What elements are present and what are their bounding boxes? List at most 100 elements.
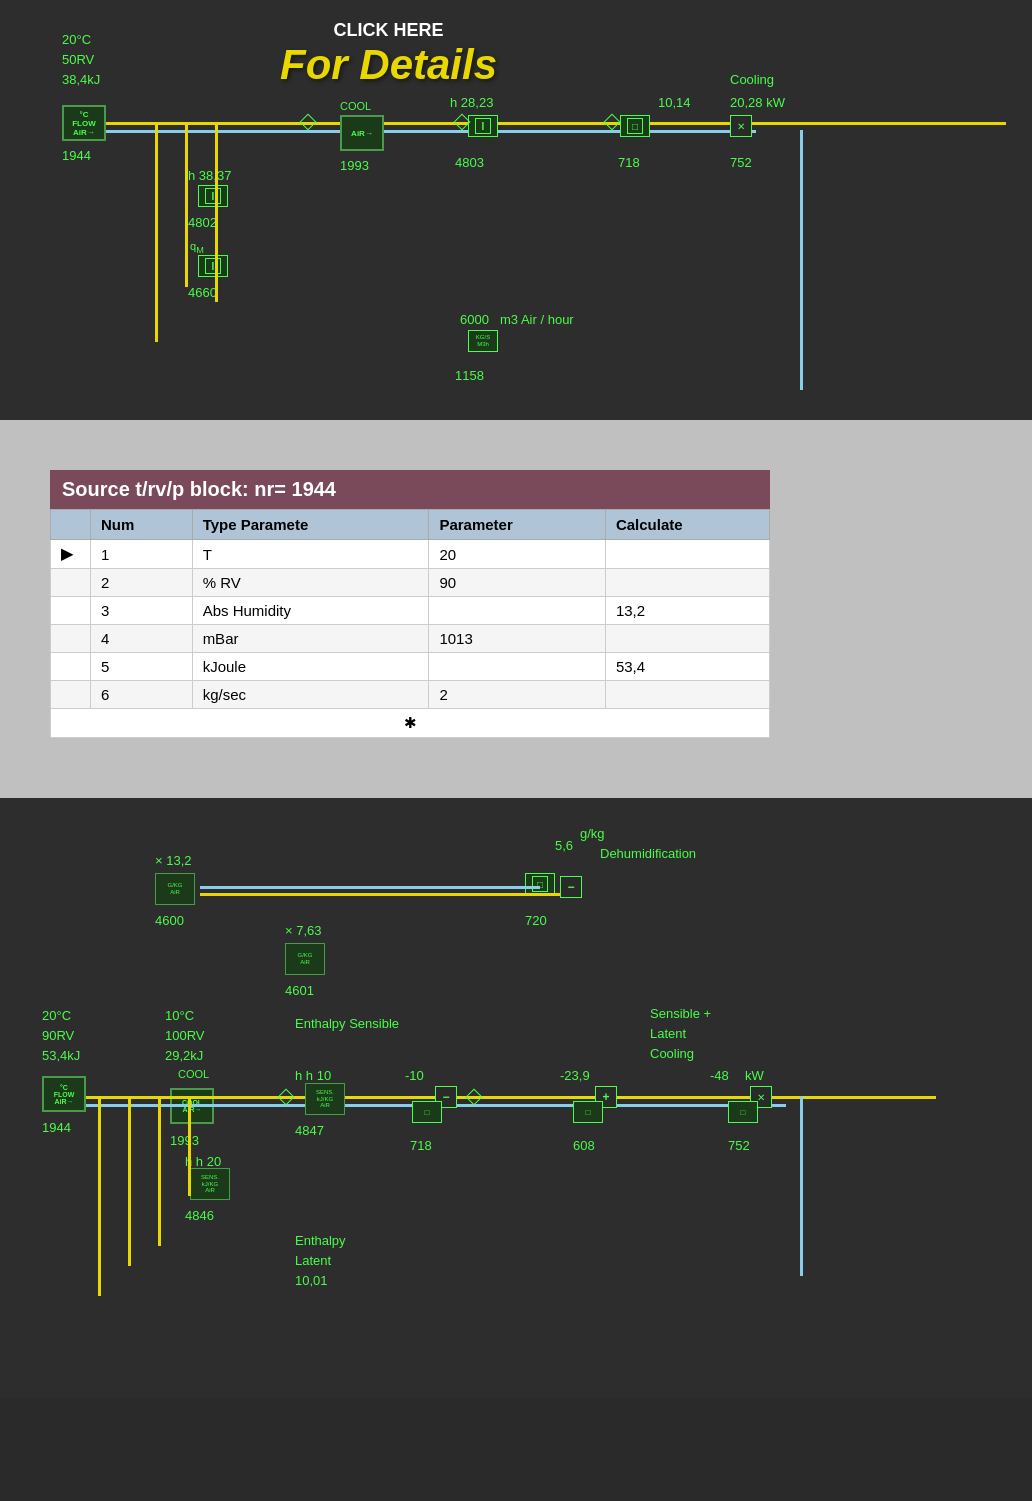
block-4846: 4846 xyxy=(185,1208,214,1223)
flow-box-1944[interactable]: °CFLOWAiR→ xyxy=(62,105,106,141)
pipe-yellow-top xyxy=(106,122,1006,125)
x-7-63: × 7,63 xyxy=(285,923,322,938)
pipe-blue-vert xyxy=(800,130,803,390)
row-arrow xyxy=(51,597,91,625)
row-num: 3 xyxy=(91,597,193,625)
flow-box-1944-bottom[interactable]: °CFLOWAiR→ xyxy=(42,1076,86,1112)
cross-box-752: ✕ xyxy=(730,115,752,137)
col-parameter: Parameter xyxy=(429,510,606,540)
row-parameter xyxy=(429,653,606,681)
col-calculate: Calculate xyxy=(605,510,769,540)
click-here-large-text: For Details xyxy=(280,41,497,89)
table-row: 3 Abs Humidity 13,2 xyxy=(51,597,770,625)
kj-label-top: 38,4kJ xyxy=(62,72,100,87)
row-type: mBar xyxy=(192,625,429,653)
row-calculate xyxy=(605,681,769,709)
row-type: Abs Humidity xyxy=(192,597,429,625)
row-num: 6 xyxy=(91,681,193,709)
flow-box-1993[interactable]: AiR→ xyxy=(340,115,384,151)
cooling-label: Cooling xyxy=(730,72,774,87)
cooling-label-bottom: Cooling xyxy=(650,1046,694,1061)
kw-label-bottom: kW xyxy=(745,1068,764,1083)
pipe-blue-bottom-top xyxy=(200,886,540,889)
block-nr-718: 718 xyxy=(618,155,640,170)
comp-box-4600: G/KGAiR xyxy=(155,873,195,905)
data-table-container: Source t/rv/p block: nr= 1944 Num Type P… xyxy=(50,470,770,738)
diamond-3 xyxy=(604,114,621,131)
table-section-bg: Source t/rv/p block: nr= 1944 Num Type P… xyxy=(0,420,1032,798)
cool-label-top: COOL xyxy=(340,100,371,112)
table-row: ▶ 1 T 20 xyxy=(51,540,770,569)
row-arrow xyxy=(51,681,91,709)
row-parameter xyxy=(429,597,606,625)
indicator-718-bottom: □ xyxy=(412,1101,442,1123)
indicator-608: □ xyxy=(573,1101,603,1123)
cooling-kw: 20,28 kW xyxy=(730,95,785,110)
latent-label-2: Latent xyxy=(295,1253,331,1268)
top-diagram: CLICK HERE For Details 20°C 50RV 38,4kJ … xyxy=(0,0,1032,420)
indicator-752-bottom: □ xyxy=(728,1101,758,1123)
minus-23-9: -23,9 xyxy=(560,1068,590,1083)
x-13-2: × 13,2 xyxy=(155,853,192,868)
diamond-bottom-2 xyxy=(466,1089,483,1106)
parameters-table: Num Type Paramete Parameter Calculate ▶ … xyxy=(50,509,770,738)
row-parameter: 90 xyxy=(429,569,606,597)
add-row-button[interactable]: ✱ xyxy=(51,709,770,738)
indicator-4660: I xyxy=(198,255,228,277)
pipe-yellow-bottom-top xyxy=(200,893,560,896)
sensible-latent-label: Sensible + xyxy=(650,1006,711,1021)
m3-air-label: m3 Air / hour xyxy=(500,312,574,327)
pipe-blue-vert-bottom xyxy=(800,1096,803,1276)
indicator-1158: KG/SM3h xyxy=(468,330,498,352)
row-arrow xyxy=(51,653,91,681)
val-10-01: 10,01 xyxy=(295,1273,328,1288)
enthalpy-latent-label: Enthalpy xyxy=(295,1233,346,1248)
row-type: kJoule xyxy=(192,653,429,681)
row-arrow xyxy=(51,625,91,653)
h-value: h 38,37 xyxy=(188,168,231,183)
h-28-23: h 28,23 xyxy=(450,95,493,110)
indicator-720-bottom: □ xyxy=(525,873,555,895)
block-4600: 4600 xyxy=(155,913,184,928)
row-num: 4 xyxy=(91,625,193,653)
block-nr-4802: 4802 xyxy=(188,215,217,230)
rv-90-bottom: 90RV xyxy=(42,1028,74,1043)
block-nr-4803: 4803 xyxy=(455,155,484,170)
h-10: h h 10 xyxy=(295,1068,331,1083)
temp-label-top: 20°C xyxy=(62,32,91,47)
table-row: 5 kJoule 53,4 xyxy=(51,653,770,681)
row-parameter: 20 xyxy=(429,540,606,569)
table-title: Source t/rv/p block: nr= 1944 xyxy=(50,470,770,509)
table-row: 4 mBar 1013 xyxy=(51,625,770,653)
rv-label-top: 50RV xyxy=(62,52,94,67)
g-kg-label: g/kg xyxy=(580,826,605,841)
click-here-banner[interactable]: CLICK HERE For Details xyxy=(280,20,497,89)
qm-label: qM xyxy=(190,240,204,255)
col-num: Num xyxy=(91,510,193,540)
minus-10: -10 xyxy=(405,1068,424,1083)
col-type: Type Paramete xyxy=(192,510,429,540)
indicator-4802: I xyxy=(198,185,228,207)
row-parameter: 1013 xyxy=(429,625,606,653)
rv-100-bottom: 100RV xyxy=(165,1028,205,1043)
dehumidification-label: Dehumidification xyxy=(600,846,696,861)
pipe-yellow-v3 xyxy=(185,122,188,287)
block-752-bottom: 752 xyxy=(728,1138,750,1153)
kj-29-2-bottom: 29,2kJ xyxy=(165,1048,203,1063)
block-nr-1993: 1993 xyxy=(340,158,369,173)
row-num: 1 xyxy=(91,540,193,569)
block-718-bottom: 718 xyxy=(410,1138,432,1153)
block-4601: 4601 xyxy=(285,983,314,998)
comp-box-4601: G/KGAiR xyxy=(285,943,325,975)
row-calculate xyxy=(605,540,769,569)
block-nr-752: 752 xyxy=(730,155,752,170)
table-row: 2 % RV 90 xyxy=(51,569,770,597)
pipe-yellow-v1 xyxy=(215,122,218,302)
pipe-blue-top xyxy=(106,130,756,133)
row-calculate: 53,4 xyxy=(605,653,769,681)
row-calculate xyxy=(605,625,769,653)
flow-6000: 6000 xyxy=(460,312,489,327)
block-nr-4660: 4660 xyxy=(188,285,217,300)
row-type: kg/sec xyxy=(192,681,429,709)
row-type: T xyxy=(192,540,429,569)
